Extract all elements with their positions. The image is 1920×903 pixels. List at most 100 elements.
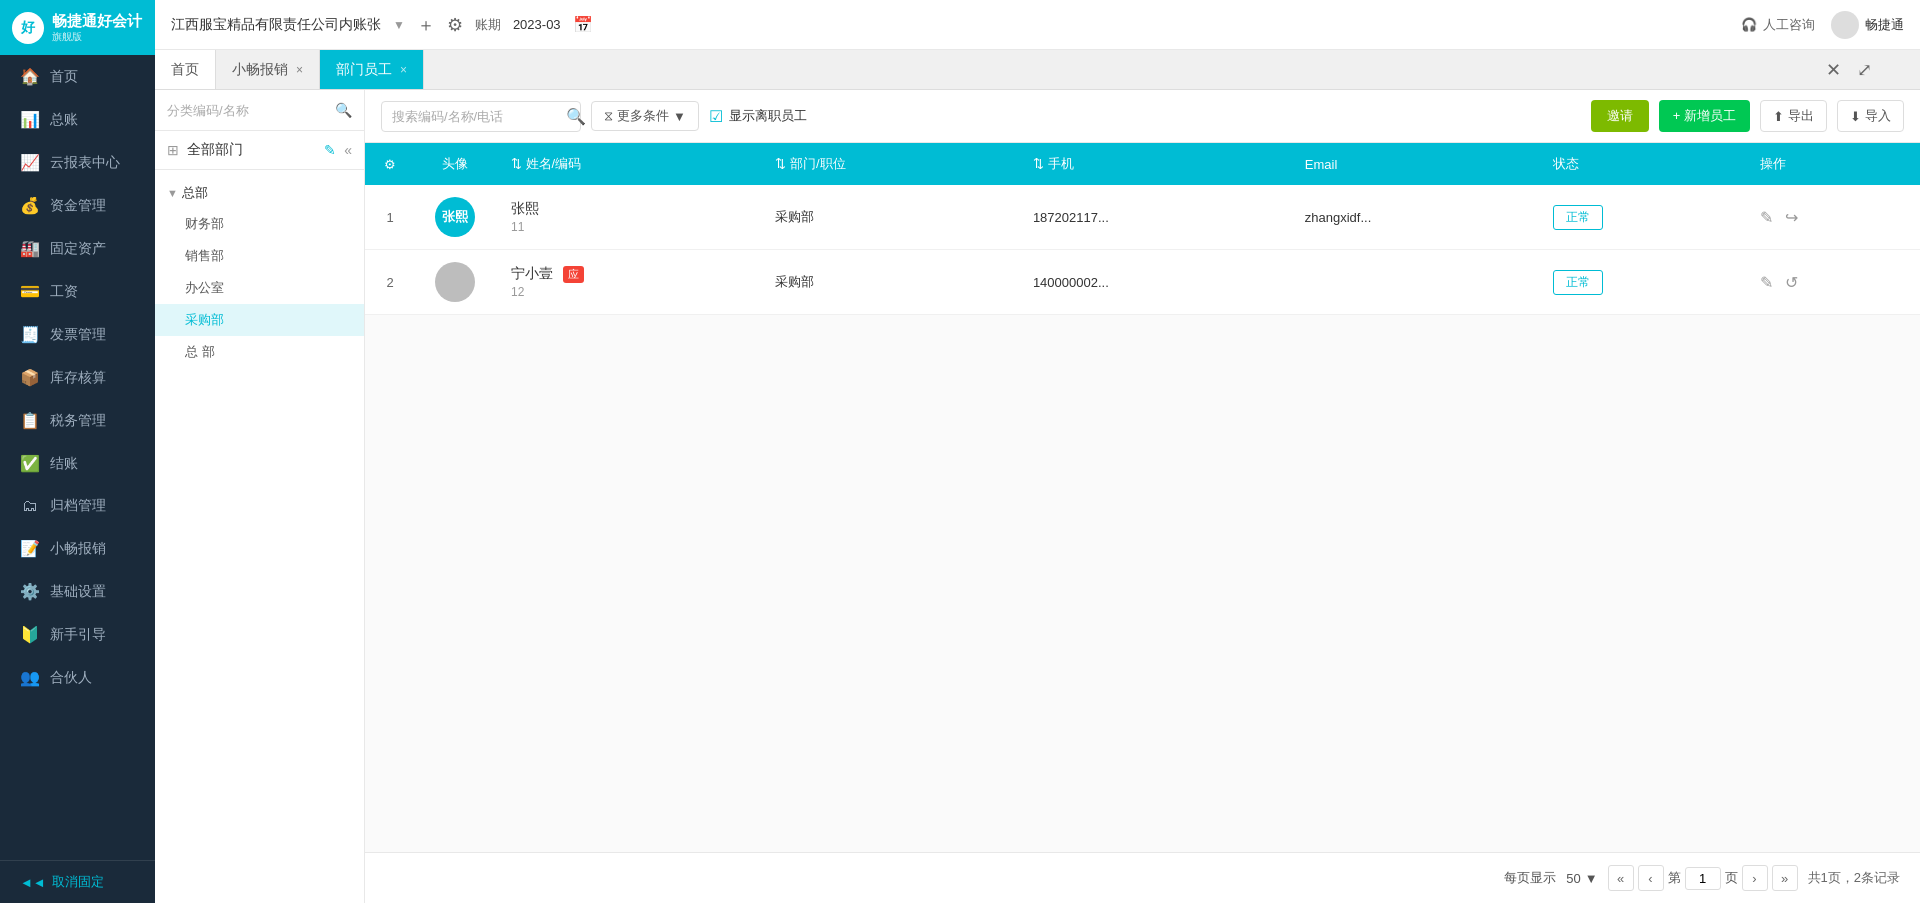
- sidebar-item-label: 总账: [50, 111, 78, 129]
- sidebar-item-assets[interactable]: 🏭 固定资产: [0, 227, 155, 270]
- close-expense-tab-icon[interactable]: ×: [296, 63, 303, 77]
- sidebar-item-label: 固定资产: [50, 240, 106, 258]
- sidebar-item-payroll[interactable]: 💳 工资: [0, 270, 155, 313]
- last-page-button[interactable]: »: [1772, 865, 1798, 891]
- employee-search-input[interactable]: [392, 109, 560, 124]
- maximize-window-button[interactable]: ⤢: [1849, 55, 1880, 85]
- row-dept-cell: 采购部: [759, 185, 1017, 250]
- table-row: 1 张熙 张熙 11: [365, 185, 1920, 250]
- sidebar-item-tax[interactable]: 📋 税务管理: [0, 399, 155, 442]
- import-button[interactable]: ⬇ 导入: [1837, 100, 1904, 132]
- sidebar-nav: 🏠 首页 📊 总账 📈 云报表中心 💰 资金管理 🏭 固定资产 💳 工资 🧾 发…: [0, 55, 155, 860]
- edit-icon[interactable]: ✎: [1760, 208, 1773, 227]
- employee-search-icon[interactable]: 🔍: [566, 107, 586, 126]
- dept-header-label: 全部部门: [187, 141, 316, 159]
- right-panel: 🔍 ⧖ 更多条件 ▼ ☑ 显示离职员工 邀请 + 新增员工 ⬆ 导出: [365, 90, 1920, 903]
- page-of-label: 页: [1725, 869, 1738, 887]
- filter-button[interactable]: ⧖ 更多条件 ▼: [591, 101, 699, 131]
- row-num: 2: [365, 250, 415, 315]
- sidebar-item-close[interactable]: ✅ 结账: [0, 442, 155, 485]
- dept-purchase[interactable]: 采购部: [155, 304, 364, 336]
- col-phone[interactable]: ⇅ 手机: [1017, 143, 1289, 185]
- employee-table: ⚙ 头像 ⇅ 姓名/编码 ⇅ 部门/职位 ⇅ 手机 Email 状态 操作: [365, 143, 1920, 315]
- next-page-button[interactable]: ›: [1742, 865, 1768, 891]
- sidebar-item-settings[interactable]: ⚙️ 基础设置: [0, 570, 155, 613]
- export-label: 导出: [1788, 107, 1814, 125]
- col-name[interactable]: ⇅ 姓名/编码: [495, 143, 759, 185]
- dept-office[interactable]: 办公室: [155, 272, 364, 304]
- logo-text-group: 畅捷通好会计 旗舰版: [52, 12, 142, 44]
- sidebar-item-invoice[interactable]: 🧾 发票管理: [0, 313, 155, 356]
- page-size-select[interactable]: 50 ▼: [1566, 871, 1597, 886]
- sidebar-item-partner[interactable]: 👥 合伙人: [0, 656, 155, 699]
- settings-gear-icon[interactable]: ⚙: [447, 14, 463, 36]
- user-menu[interactable]: 畅捷通: [1831, 11, 1904, 39]
- dept-collapse-icon[interactable]: «: [344, 142, 352, 158]
- col-email: Email: [1289, 143, 1537, 185]
- col-dept[interactable]: ⇅ 部门/职位: [759, 143, 1017, 185]
- first-page-button[interactable]: «: [1608, 865, 1634, 891]
- row-phone-cell: 140000002...: [1017, 250, 1289, 315]
- row-name-cell: 张熙 11: [495, 185, 759, 250]
- tab-expense[interactable]: 小畅报销 ×: [216, 50, 320, 89]
- show-resigned-checkbox[interactable]: ☑ 显示离职员工: [709, 107, 807, 126]
- dept-purchase-label: 采购部: [185, 312, 224, 327]
- sidebar-item-label: 首页: [50, 68, 78, 86]
- row-email-cell: zhangxidf...: [1289, 185, 1537, 250]
- edit-icon[interactable]: ✎: [1760, 273, 1773, 292]
- dept-root[interactable]: ▼ 总部: [155, 178, 364, 208]
- page-number-input[interactable]: [1685, 867, 1721, 890]
- app-title: 畅捷通好会计: [52, 12, 142, 30]
- sidebar-item-reports[interactable]: 📈 云报表中心: [0, 141, 155, 184]
- dept-search-input[interactable]: [167, 103, 335, 118]
- sidebar-item-home[interactable]: 🏠 首页: [0, 55, 155, 98]
- page-size-dropdown-icon: ▼: [1585, 871, 1598, 886]
- employee-table-container: ⚙ 头像 ⇅ 姓名/编码 ⇅ 部门/职位 ⇅ 手机 Email 状态 操作: [365, 143, 1920, 852]
- logout-icon[interactable]: ↪: [1785, 208, 1798, 227]
- show-resigned-label: 显示离职员工: [729, 107, 807, 125]
- delete-icon[interactable]: ↺: [1785, 273, 1798, 292]
- filter-label: 更多条件: [617, 107, 669, 125]
- row-email-cell: [1289, 250, 1537, 315]
- status-badge: 正常: [1553, 205, 1603, 230]
- col-settings[interactable]: ⚙: [365, 143, 415, 185]
- dept-finance[interactable]: 财务部: [155, 208, 364, 240]
- tab-employees[interactable]: 部门员工 ×: [320, 50, 424, 89]
- archive-icon: 🗂: [20, 497, 40, 515]
- employee-name: 宁小壹 应: [511, 265, 584, 283]
- table-header-row: ⚙ 头像 ⇅ 姓名/编码 ⇅ 部门/职位 ⇅ 手机 Email 状态 操作: [365, 143, 1920, 185]
- close-employees-tab-icon[interactable]: ×: [400, 63, 407, 77]
- close-window-button[interactable]: ✕: [1818, 55, 1849, 85]
- tax-icon: 📋: [20, 411, 40, 430]
- prev-page-button[interactable]: ‹: [1638, 865, 1664, 891]
- invite-button[interactable]: 邀请: [1591, 100, 1649, 132]
- app-logo: 好 畅捷通好会计 旗舰版: [0, 0, 155, 55]
- dept-search-icon[interactable]: 🔍: [335, 102, 352, 118]
- avatar-circle: 张熙: [435, 197, 475, 237]
- service-button[interactable]: 🎧 人工咨询: [1741, 16, 1815, 34]
- unpin-button[interactable]: ◄◄ 取消固定: [0, 860, 155, 903]
- sidebar-item-archive[interactable]: 🗂 归档管理: [0, 485, 155, 527]
- sidebar-item-guide[interactable]: 🔰 新手引导: [0, 613, 155, 656]
- sidebar-item-expense[interactable]: 📝 小畅报销: [0, 527, 155, 570]
- dept-edit-icon[interactable]: ✎: [324, 142, 336, 158]
- guide-icon: 🔰: [20, 625, 40, 644]
- col-avatar: 头像: [415, 143, 495, 185]
- sidebar-item-label: 发票管理: [50, 326, 106, 344]
- export-button[interactable]: ⬆ 导出: [1760, 100, 1827, 132]
- sidebar-item-ledger[interactable]: 📊 总账: [0, 98, 155, 141]
- collapse-arrow-icon: ▼: [167, 187, 178, 199]
- add-tab-icon[interactable]: ＋: [417, 13, 435, 37]
- import-icon: ⬇: [1850, 109, 1861, 124]
- tab-home[interactable]: 首页: [155, 50, 216, 89]
- calendar-icon[interactable]: 📅: [573, 15, 593, 34]
- tab-expense-label: 小畅报销: [232, 61, 288, 79]
- dept-headquarters[interactable]: 总 部: [155, 336, 364, 368]
- reports-icon: 📈: [20, 153, 40, 172]
- sidebar-item-inventory[interactable]: 📦 库存核算: [0, 356, 155, 399]
- funds-icon: 💰: [20, 196, 40, 215]
- sidebar-item-funds[interactable]: 💰 资金管理: [0, 184, 155, 227]
- add-employee-button[interactable]: + 新增员工: [1659, 100, 1750, 132]
- company-dropdown-icon[interactable]: ▼: [393, 18, 405, 32]
- dept-sales[interactable]: 销售部: [155, 240, 364, 272]
